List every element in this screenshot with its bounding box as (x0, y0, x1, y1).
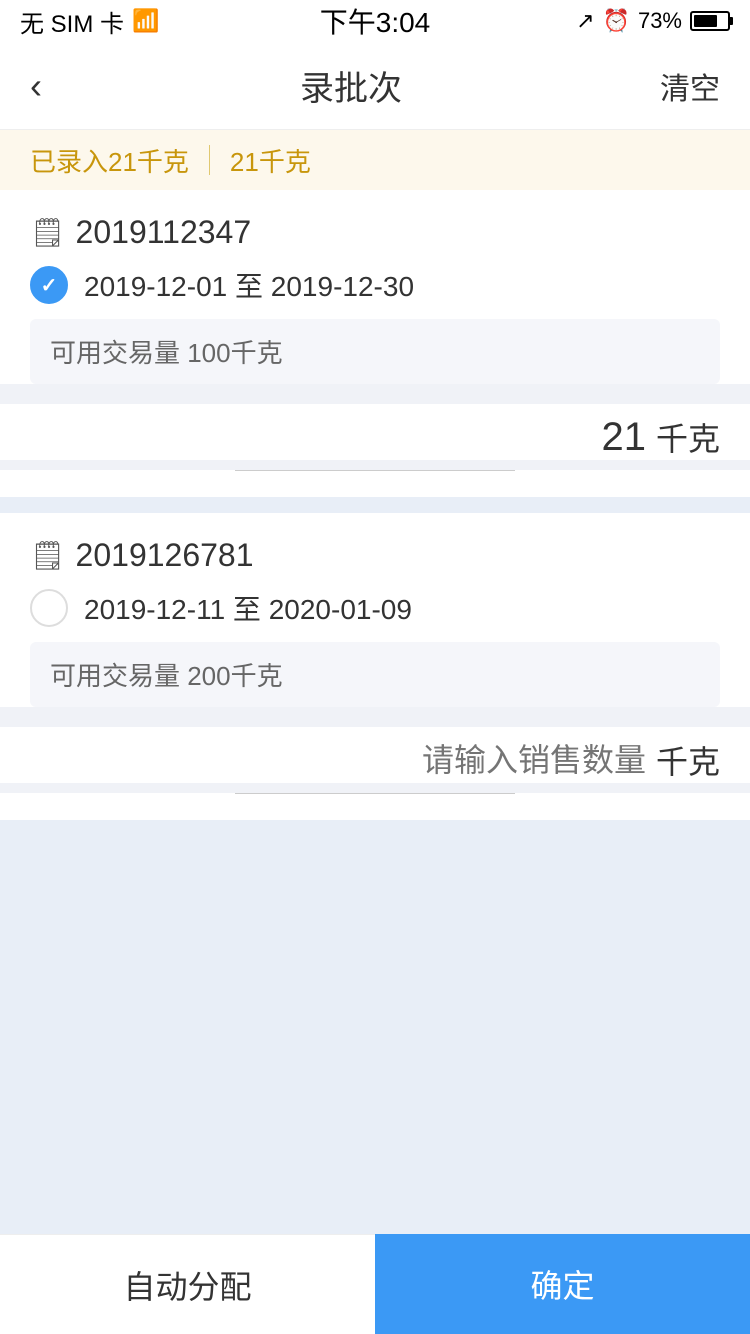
auto-distribute-button[interactable]: 自动分配 (0, 1234, 375, 1334)
page-title: 录批次 (300, 61, 402, 110)
batch2-input-row[interactable]: 千克 (0, 727, 750, 783)
batch1-qty-unit: 千克 (656, 414, 720, 460)
batch2-underline-container (0, 793, 750, 820)
batch2-avail: 可用交易量 200千克 (30, 642, 720, 707)
status-bar: 无 SIM 卡 📶 下午3:04 ↗ ⏰ 73% (0, 0, 750, 42)
batch1-header: 🗒 2019112347 (30, 214, 720, 251)
alarm-icon: ⏰ (603, 8, 630, 34)
carrier-text: 无 SIM 卡 (20, 4, 124, 39)
batch1-date: 2019-12-01 至 2019-12-30 (84, 265, 414, 305)
back-button[interactable]: ‹ (30, 65, 42, 107)
batch2-row[interactable]: 2019-12-11 至 2020-01-09 (30, 588, 720, 628)
section-divider (0, 497, 750, 513)
batch1-underline-container (0, 470, 750, 497)
batch2-underline (235, 793, 515, 794)
batch1-card: 🗒 2019112347 ✓ 2019-12-01 至 2019-12-30 可… (0, 190, 750, 384)
battery-fill (694, 15, 717, 27)
battery-tip (730, 17, 733, 25)
summary-label: 已录入21千克 (30, 142, 189, 179)
clear-button[interactable]: 清空 (660, 64, 720, 108)
battery-bar (690, 11, 730, 31)
batch2-id: 2019126781 (76, 537, 254, 574)
check-icon: ✓ (41, 273, 58, 298)
batch1-underline (235, 470, 515, 471)
battery-percent: 73% (638, 8, 682, 34)
batch1-avail: 可用交易量 100千克 (30, 319, 720, 384)
status-bar-time: 下午3:04 (320, 1, 431, 41)
batch2-date: 2019-12-11 至 2020-01-09 (84, 588, 412, 628)
batch2-card: 🗒 2019126781 2019-12-11 至 2020-01-09 可用交… (0, 513, 750, 707)
status-bar-left: 无 SIM 卡 📶 (20, 4, 159, 39)
wifi-icon: 📶 (132, 8, 159, 34)
batch2-header: 🗒 2019126781 (30, 537, 720, 574)
summary-divider (209, 145, 210, 175)
batch2-icon: 🗒 (30, 539, 66, 572)
status-bar-right: ↗ ⏰ 73% (576, 8, 730, 34)
batch2-radio[interactable] (30, 589, 68, 627)
batch1-qty-value: 21 (601, 415, 646, 460)
confirm-button[interactable]: 确定 (375, 1234, 750, 1334)
batch1-qty-row: 21 千克 (0, 404, 750, 460)
nav-bar: ‹ 录批次 清空 (0, 42, 750, 130)
summary-bar: 已录入21千克 21千克 (0, 130, 750, 190)
batch2-input-unit: 千克 (656, 737, 720, 783)
bottom-buttons: 自动分配 确定 (0, 1234, 750, 1334)
batch1-icon: 🗒 (30, 216, 66, 249)
batch1-radio[interactable]: ✓ (30, 266, 68, 304)
summary-value: 21千克 (230, 142, 311, 179)
batch2-qty-input[interactable] (30, 742, 646, 779)
batch1-id: 2019112347 (76, 214, 252, 251)
location-icon: ↗ (576, 8, 594, 34)
batch1-row[interactable]: ✓ 2019-12-01 至 2019-12-30 (30, 265, 720, 305)
